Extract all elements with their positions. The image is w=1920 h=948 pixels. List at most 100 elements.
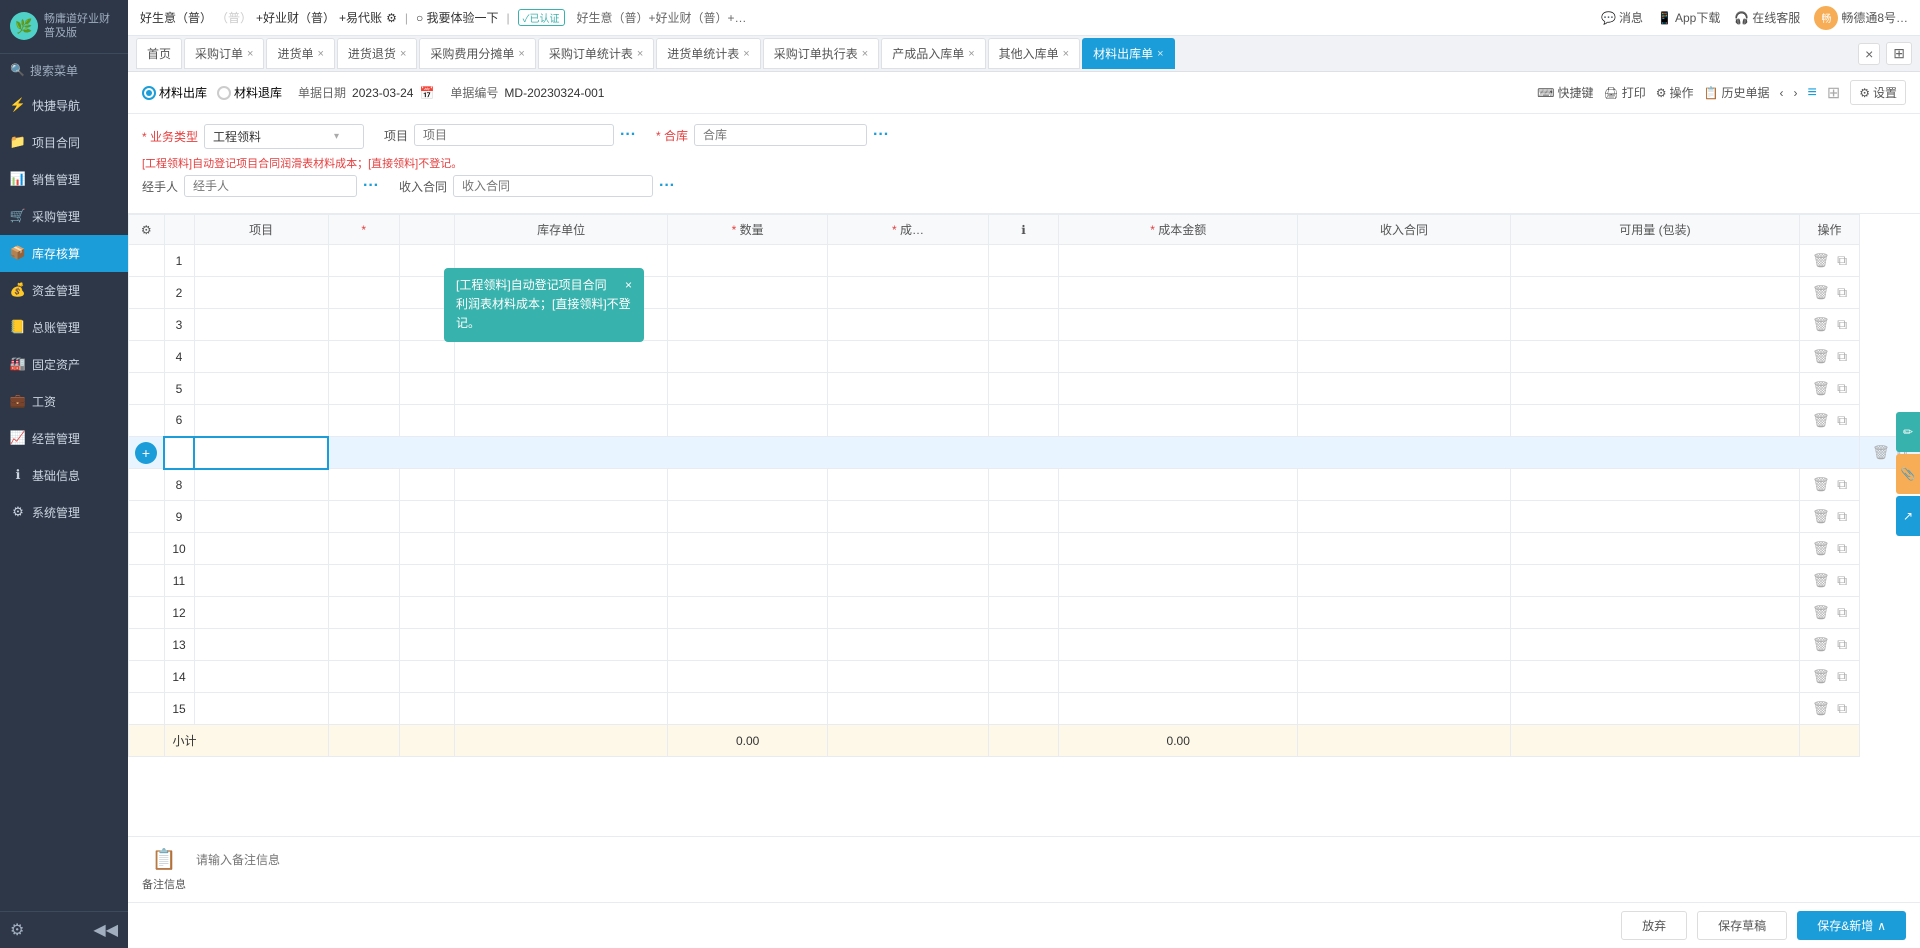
cell-cost-amt[interactable] (1059, 245, 1298, 277)
delete-row-btn[interactable]: 🗑 (1812, 252, 1830, 268)
rfb-clip-btn[interactable]: 📎 (1896, 454, 1920, 494)
tab-purchase-order[interactable]: 采购订单 × (184, 38, 264, 69)
shortcut-key-btn[interactable]: ⌨ 快捷键 (1537, 84, 1593, 101)
handler-input[interactable] (184, 175, 357, 197)
cell-material[interactable] (328, 245, 399, 277)
tab-close-all-btn[interactable]: × (1858, 43, 1880, 65)
copy-row-btn[interactable]: ⧉ (1837, 668, 1847, 684)
sidebar-item-basic-info[interactable]: ℹ 基础信息 (0, 457, 128, 494)
save-new-btn[interactable]: 保存&新增 ∧ (1797, 911, 1906, 940)
cell-project[interactable] (194, 245, 328, 277)
radio-material-out[interactable]: 材料出库 (142, 84, 207, 101)
operation-btn[interactable]: ⚙ 操作 (1656, 84, 1694, 101)
cell-qty[interactable] (667, 245, 827, 277)
tooltip-close-btn[interactable]: × (625, 276, 632, 295)
nav-prev-btn[interactable]: ‹ (1779, 86, 1783, 100)
sidebar-collapse-btn[interactable]: ◀◀ (93, 920, 118, 940)
col-settings[interactable]: ⚙ (129, 215, 165, 245)
delete-row-btn[interactable]: 🗑 (1812, 604, 1830, 620)
delete-row-btn[interactable]: 🗑 (1812, 508, 1830, 524)
sidebar-item-finance[interactable]: 💰 资金管理 (0, 272, 128, 309)
copy-row-btn[interactable]: ⧉ (1837, 700, 1847, 716)
bill-no-value[interactable]: MD-20230324-001 (504, 86, 604, 100)
sidebar-item-purchase[interactable]: 🛒 采购管理 (0, 198, 128, 235)
project-more-btn[interactable]: ··· (620, 126, 636, 144)
tab-close-icon[interactable]: × (317, 48, 323, 60)
tab-close-icon[interactable]: × (247, 48, 253, 60)
view-list-btn[interactable]: ≡ (1807, 84, 1816, 102)
tab-in-stats[interactable]: 进货单统计表 × (656, 38, 760, 69)
nav-next-btn[interactable]: › (1793, 86, 1797, 100)
tab-product-in[interactable]: 产成品入库单 × (881, 38, 985, 69)
topbar-app-download[interactable]: 📱 App下载 (1657, 9, 1720, 26)
copy-row-btn[interactable]: ⧉ (1837, 412, 1847, 428)
warehouse-more-btn[interactable]: ··· (873, 126, 889, 144)
delete-row-btn[interactable]: 🗑 (1812, 476, 1830, 492)
business-type-select[interactable]: 工程领料 ▾ (204, 124, 364, 149)
tab-purchase-in[interactable]: 进货单 × (266, 38, 334, 69)
history-bill-btn[interactable]: 📋 历史单据 (1704, 84, 1770, 101)
tab-close-icon[interactable]: × (968, 48, 974, 60)
copy-row-btn[interactable]: ⧉ (1837, 348, 1847, 364)
bill-date-value[interactable]: 2023-03-24 (352, 86, 413, 100)
cell-income-contract[interactable] (1298, 245, 1511, 277)
tab-purchase-exec[interactable]: 采购订单执行表 × (763, 38, 879, 69)
sidebar-item-operations[interactable]: 📈 经营管理 (0, 420, 128, 457)
radio-material-return[interactable]: 材料退库 (217, 84, 282, 101)
warehouse-input[interactable] (694, 124, 867, 146)
delete-row-btn[interactable]: 🗑 (1812, 380, 1830, 396)
delete-row-btn[interactable]: 🗑 (1812, 316, 1830, 332)
sidebar-item-salary[interactable]: 💼 工资 (0, 383, 128, 420)
income-contract-more-btn[interactable]: ··· (659, 177, 675, 195)
copy-row-btn[interactable]: ⧉ (1837, 284, 1847, 300)
tab-close-icon[interactable]: × (1157, 48, 1163, 60)
handler-more-btn[interactable]: ··· (363, 177, 379, 195)
tab-material-out[interactable]: 材料出库单 × (1082, 38, 1174, 69)
copy-row-btn[interactable]: ⧉ (1837, 252, 1847, 268)
delete-row-btn[interactable]: 🗑 (1812, 668, 1830, 684)
delete-row-btn[interactable]: 🗑 (1812, 284, 1830, 300)
sidebar-item-ledger[interactable]: 📒 总账管理 (0, 309, 128, 346)
sidebar-item-fixed-assets[interactable]: 🏭 固定资产 (0, 346, 128, 383)
sidebar-item-sales[interactable]: 📊 销售管理 (0, 161, 128, 198)
delete-row-btn[interactable]: 🗑 (1812, 540, 1830, 556)
rfb-edit-btn[interactable]: ✏ (1896, 412, 1920, 452)
topbar-message[interactable]: 💬 消息 (1601, 9, 1643, 26)
topbar-link-agency[interactable]: +易代账 (339, 9, 382, 26)
tab-home[interactable]: 首页 (136, 38, 182, 69)
tab-close-icon[interactable]: × (518, 48, 524, 60)
topbar-experience-link[interactable]: ○ 我要体验一下 (416, 9, 499, 26)
sidebar-search[interactable]: 🔍 搜索菜单 (0, 54, 128, 87)
calendar-icon[interactable]: 📅 (419, 86, 434, 100)
delete-row-btn[interactable]: 🗑 (1812, 412, 1830, 428)
delete-row-btn[interactable]: 🗑 (1812, 636, 1830, 652)
copy-row-btn[interactable]: ⧉ (1837, 476, 1847, 492)
income-contract-input[interactable] (453, 175, 653, 197)
copy-row-btn[interactable]: ⧉ (1837, 636, 1847, 652)
sidebar-item-system[interactable]: ⚙ 系统管理 (0, 494, 128, 531)
view-grid-btn[interactable]: ⊞ (1827, 83, 1840, 103)
delete-row-btn[interactable]: 🗑 (1812, 572, 1830, 588)
tab-close-icon[interactable]: × (862, 48, 868, 60)
copy-row-btn[interactable]: ⧉ (1837, 572, 1847, 588)
tab-purchase-expense[interactable]: 采购费用分摊单 × (419, 38, 535, 69)
delete-row-btn[interactable]: 🗑 (1812, 348, 1830, 364)
project-input[interactable] (414, 124, 614, 146)
print-btn[interactable]: 🖨 打印 (1603, 84, 1645, 101)
topbar-link-good-biz[interactable]: 好生意（普） (140, 9, 212, 26)
cell-cost[interactable] (828, 245, 988, 277)
tab-close-icon[interactable]: × (1063, 48, 1069, 60)
copy-row-btn[interactable]: ⧉ (1837, 380, 1847, 396)
settings-btn[interactable]: ⚙ 设置 (1850, 80, 1906, 105)
rfb-expand-btn[interactable]: ↗ (1896, 496, 1920, 536)
topbar-online-service[interactable]: 🎧 在线客服 (1734, 9, 1800, 26)
topbar-settings-icon[interactable]: ⚙ (386, 11, 397, 25)
user-profile[interactable]: 畅 畅德通8号… (1814, 6, 1908, 30)
tab-close-icon[interactable]: × (743, 48, 749, 60)
tab-other-in[interactable]: 其他入库单 × (988, 38, 1080, 69)
delete-row-btn[interactable]: 🗑 (1812, 700, 1830, 716)
topbar-link-good-finance[interactable]: +好业财（普） (256, 9, 335, 26)
sidebar-settings-btn[interactable]: ⚙ (10, 920, 24, 940)
add-row-btn[interactable]: + (135, 442, 157, 464)
sidebar-item-project-contract[interactable]: 📁 项目合同 (0, 124, 128, 161)
